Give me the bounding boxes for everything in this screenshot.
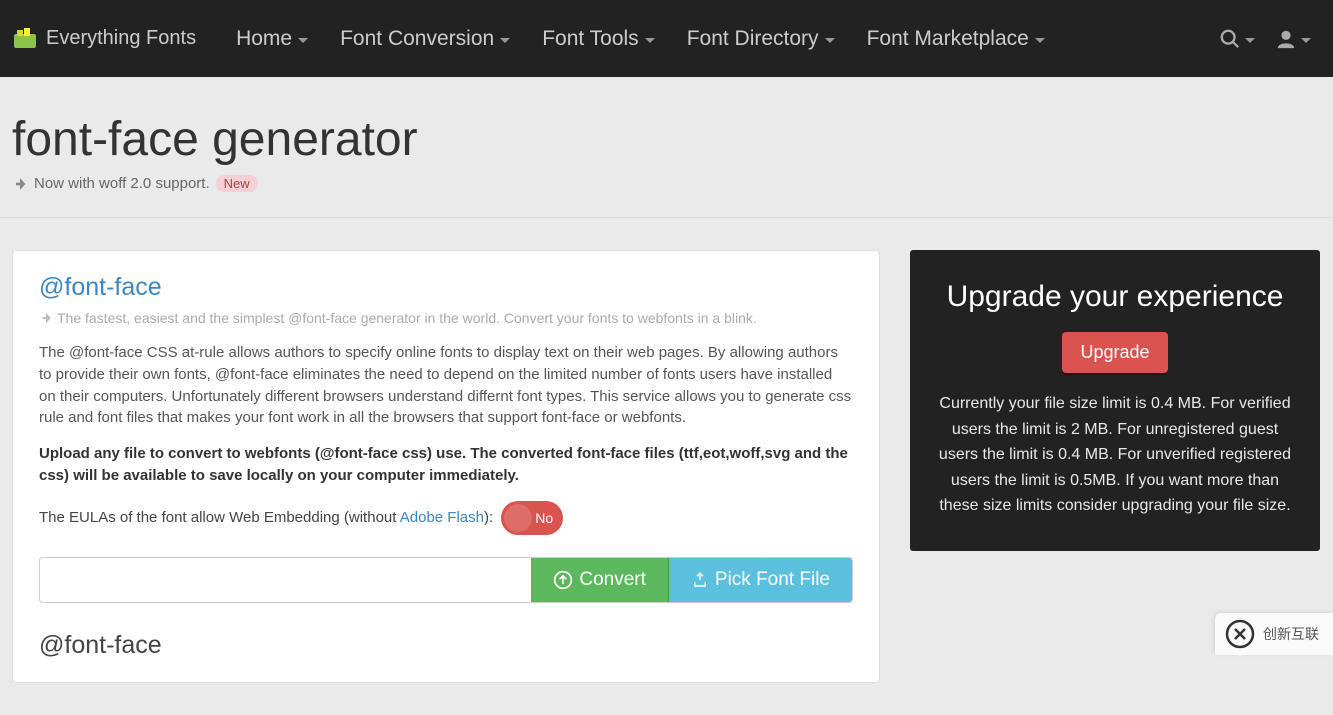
file-input-row: Convert Pick Font File (39, 557, 853, 603)
nav-font-tools[interactable]: Font Tools (526, 27, 671, 51)
file-input[interactable] (40, 558, 531, 602)
nav-font-conversion[interactable]: Font Conversion (324, 27, 526, 51)
navbar: Everything Fonts Home Font Conversion Fo… (0, 0, 1333, 77)
brand-text: Everything Fonts (46, 27, 196, 50)
description-2: Upload any file to convert to webfonts (… (39, 443, 853, 487)
upgrade-card: Upgrade your experience Upgrade Currentl… (910, 250, 1320, 551)
eula-text-pre: The EULAs of the font allow Web Embeddin… (39, 509, 400, 526)
page-title: font-face generator (12, 112, 1321, 167)
nav-font-directory[interactable]: Font Directory (671, 27, 851, 51)
chevron-down-icon (1035, 38, 1045, 43)
upgrade-title: Upgrade your experience (938, 280, 1292, 314)
hero-subtitle: Now with woff 2.0 support. New (12, 175, 1321, 192)
brand-link[interactable]: Everything Fonts (12, 27, 196, 50)
brand-icon (12, 28, 38, 50)
watermark-text: 创新互联 (1263, 624, 1319, 644)
eula-toggle[interactable]: No (501, 501, 563, 535)
watermark[interactable]: 创新互联 (1215, 613, 1333, 655)
chevron-down-icon (298, 38, 308, 43)
search-dropdown[interactable] (1209, 28, 1265, 50)
section-heading-2: @font-face (39, 631, 853, 660)
content-container: @font-face The fastest, easiest and the … (0, 218, 1333, 715)
pick-font-button[interactable]: Pick Font File (669, 558, 852, 602)
search-icon (1219, 28, 1241, 50)
eula-row: The EULAs of the font allow Web Embeddin… (39, 501, 853, 535)
chevron-down-icon (500, 38, 510, 43)
eula-text-post: ): (484, 509, 493, 526)
hand-right-icon (39, 311, 53, 325)
user-dropdown[interactable] (1265, 28, 1321, 50)
hand-right-icon (12, 176, 28, 192)
hand-up-icon (691, 571, 709, 589)
tagline: The fastest, easiest and the simplest @f… (39, 310, 853, 326)
user-icon (1275, 28, 1297, 50)
chevron-down-icon (825, 38, 835, 43)
nav-home[interactable]: Home (220, 27, 324, 51)
hero: font-face generator Now with woff 2.0 su… (0, 77, 1333, 218)
watermark-icon (1225, 619, 1255, 649)
description-1: The @font-face CSS at-rule allows author… (39, 342, 853, 429)
main-card: @font-face The fastest, easiest and the … (12, 250, 880, 683)
section-heading: @font-face (39, 273, 853, 302)
chevron-down-icon (1245, 38, 1255, 43)
chevron-down-icon (645, 38, 655, 43)
adobe-flash-link[interactable]: Adobe Flash (400, 509, 484, 526)
convert-button[interactable]: Convert (531, 558, 669, 602)
nav-font-marketplace[interactable]: Font Marketplace (851, 27, 1061, 51)
upgrade-text: Currently your file size limit is 0.4 MB… (938, 391, 1292, 519)
new-badge: New (216, 175, 258, 192)
chevron-down-icon (1301, 38, 1311, 43)
upgrade-button[interactable]: Upgrade (1062, 332, 1167, 373)
upload-icon (553, 570, 573, 590)
toggle-knob (504, 504, 532, 532)
